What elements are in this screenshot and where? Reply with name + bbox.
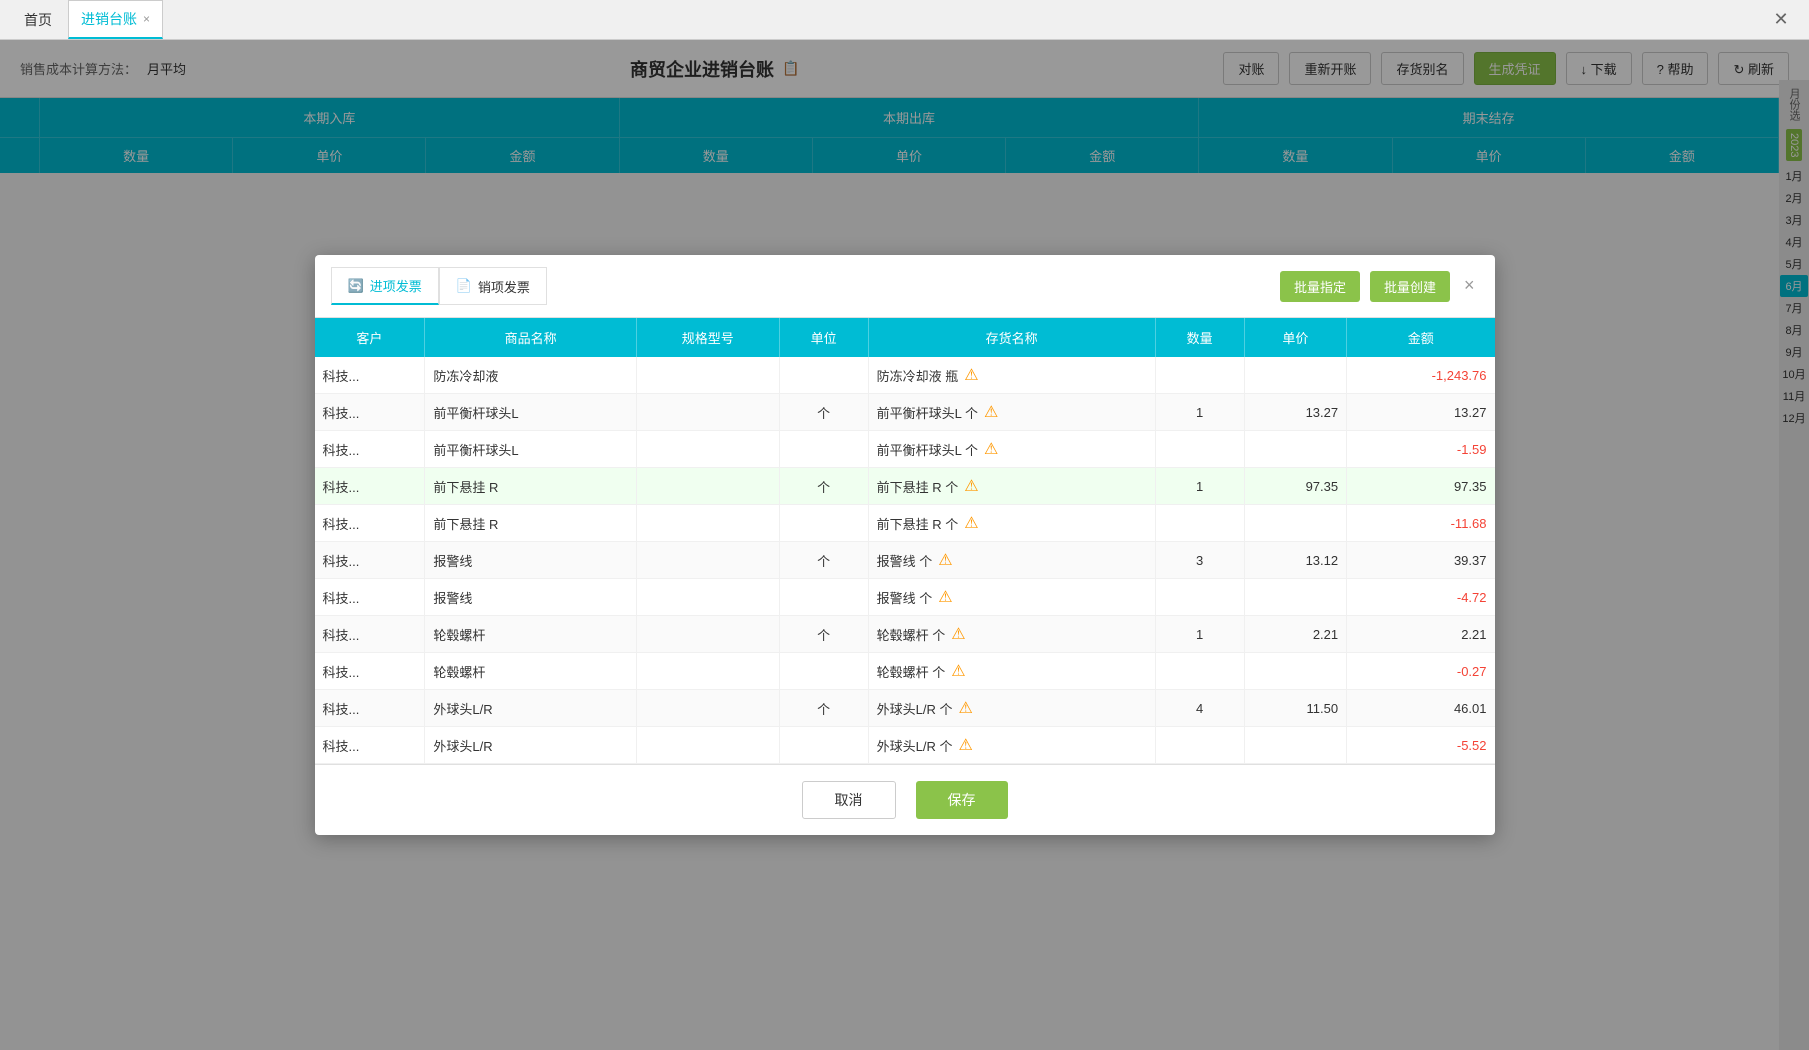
inventory-name: 防冻冷却液 瓶 [877,366,959,385]
modal-table[interactable]: 客户 商品名称 规格型号 单位 存货名称 数量 单价 金额 科技...防冻冷却液… [315,318,1495,764]
th-qty: 数量 [1155,318,1244,357]
inventory-name: 外球头L/R 个 [877,736,953,755]
inventory-name: 轮毂螺杆 个 [877,625,946,644]
th-inventory: 存货名称 [868,318,1155,357]
batch-assign-button[interactable]: 批量指定 [1280,271,1360,302]
tab-close-icon[interactable]: × [143,12,150,26]
table-row: 科技...外球头L/R 外球头L/R 个 ⚠ -5.52 [315,727,1495,764]
window-close-button[interactable]: ✕ [1761,0,1801,40]
incoming-tab-label: 进项发票 [370,276,422,295]
save-button[interactable]: 保存 [916,781,1008,819]
table-row: 科技...防冻冷却液 防冻冷却液 瓶 ⚠ -1,243.76 [315,357,1495,394]
modal-header: 🔄 进项发票 📄 销项发票 批量指定 批量创建 × [315,255,1495,318]
inventory-name: 前下悬挂 R 个 [877,514,959,533]
tab-incoming-invoice[interactable]: 🔄 进项发票 [331,267,439,305]
th-spec: 规格型号 [636,318,779,357]
tab-sales-invoice[interactable]: 📄 销项发票 [439,267,547,305]
warning-icon: ⚠ [958,698,972,718]
table-row: 科技...轮毂螺杆 轮毂螺杆 个 ⚠ -0.27 [315,653,1495,690]
tab-active-label: 进销台账 [81,9,137,29]
warning-icon: ⚠ [984,402,998,422]
warning-icon: ⚠ [964,513,978,533]
th-unit: 单位 [779,318,868,357]
warning-icon: ⚠ [958,735,972,755]
batch-create-button[interactable]: 批量创建 [1370,271,1450,302]
inventory-name: 报警线 个 [877,588,933,607]
cancel-button[interactable]: 取消 [802,781,896,819]
table-header-row: 客户 商品名称 规格型号 单位 存货名称 数量 单价 金额 [315,318,1495,357]
th-product: 商品名称 [425,318,637,357]
modal-table-body: 科技...防冻冷却液 防冻冷却液 瓶 ⚠ -1,243.76科技...前平衡杆球… [315,357,1495,764]
table-row: 科技...前平衡杆球头L个 前平衡杆球头L 个 ⚠ 113.2713.27 [315,394,1495,431]
warning-icon: ⚠ [938,587,952,607]
tab-home[interactable]: 首页 [8,2,68,38]
modal-dialog: 🔄 进项发票 📄 销项发票 批量指定 批量创建 × [315,255,1495,835]
sales-tab-label: 销项发票 [478,277,530,296]
inventory-name: 前平衡杆球头L 个 [877,440,978,459]
inventory-name: 外球头L/R 个 [877,699,953,718]
incoming-tab-icon: 🔄 [348,278,364,294]
warning-icon: ⚠ [938,550,952,570]
sales-tab-icon: 📄 [456,278,472,294]
inventory-name: 前平衡杆球头L 个 [877,403,978,422]
table-row: 科技...前平衡杆球头L 前平衡杆球头L 个 ⚠ -1.59 [315,431,1495,468]
modal-header-actions: 批量指定 批量创建 × [1280,271,1479,302]
warning-icon: ⚠ [951,661,965,681]
table-row: 科技...外球头L/R个 外球头L/R 个 ⚠ 411.5046.01 [315,690,1495,727]
warning-icon: ⚠ [964,365,978,385]
inventory-name: 前下悬挂 R 个 [877,477,959,496]
th-price: 单价 [1244,318,1347,357]
modal-overlay: 🔄 进项发票 📄 销项发票 批量指定 批量创建 × [0,40,1809,1050]
modal-tabs: 🔄 进项发票 📄 销项发票 [331,267,547,305]
warning-icon: ⚠ [951,624,965,644]
table-row: 科技...报警线 报警线 个 ⚠ -4.72 [315,579,1495,616]
table-row: 科技...报警线个 报警线 个 ⚠ 313.1239.37 [315,542,1495,579]
inventory-name: 报警线 个 [877,551,933,570]
table-row: 科技...轮毂螺杆个 轮毂螺杆 个 ⚠ 12.212.21 [315,616,1495,653]
th-customer: 客户 [315,318,425,357]
inventory-name: 轮毂螺杆 个 [877,662,946,681]
tab-active[interactable]: 进销台账 × [68,0,163,39]
table-row: 科技...前下悬挂 R 前下悬挂 R 个 ⚠ -11.68 [315,505,1495,542]
warning-icon: ⚠ [964,476,978,496]
main-area: 销售成本计算方法： 月平均 商贸企业进销台账 📋 对账 重新开账 存货别名 生成… [0,40,1809,1050]
modal-footer: 取消 保存 [315,764,1495,835]
modal-close-button[interactable]: × [1460,271,1479,302]
tab-bar: 首页 进销台账 × ✕ [0,0,1809,40]
th-amount: 金额 [1347,318,1495,357]
table-row: 科技...前下悬挂 R个 前下悬挂 R 个 ⚠ 197.3597.35 [315,468,1495,505]
warning-icon: ⚠ [984,439,998,459]
